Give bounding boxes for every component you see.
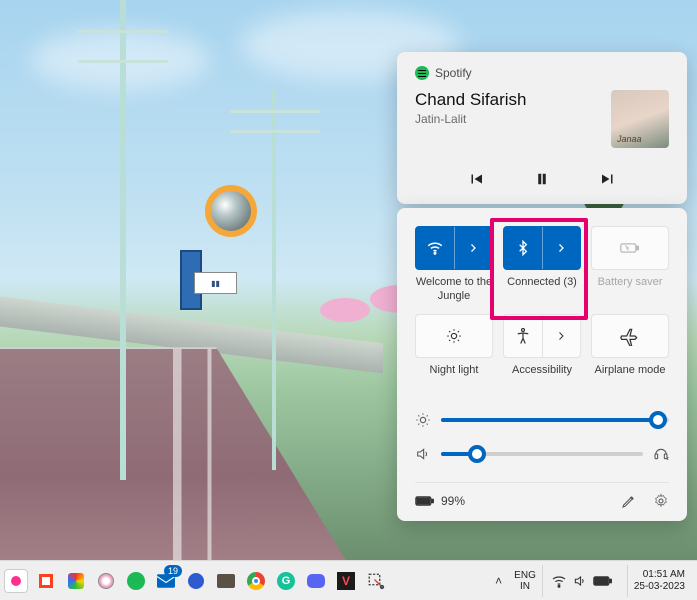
taskbar-chrome[interactable]	[244, 569, 268, 593]
accessibility-expand-button[interactable]	[542, 315, 581, 357]
media-app-name: Spotify	[435, 66, 472, 80]
brightness-slider[interactable]	[441, 418, 669, 422]
taskbar-grammarly[interactable]: G	[274, 569, 298, 593]
tray-battery-icon	[593, 575, 613, 587]
audio-output-button[interactable]	[653, 447, 669, 461]
battery-saver-label: Battery saver	[598, 276, 663, 302]
night-light-tile[interactable]	[415, 314, 493, 358]
bluetooth-tile[interactable]	[503, 226, 581, 270]
play-pause-button[interactable]	[533, 170, 551, 188]
night-light-icon	[445, 327, 463, 345]
taskbar-app-3[interactable]	[64, 569, 88, 593]
taskbar-app-2[interactable]	[34, 569, 58, 593]
taskbar-snip[interactable]	[364, 569, 388, 593]
next-track-button[interactable]	[599, 170, 617, 188]
accessibility-label: Accessibility	[512, 364, 572, 390]
brightness-thumb[interactable]	[649, 411, 667, 429]
taskbar-mail[interactable]: 19	[154, 569, 178, 593]
brightness-icon	[415, 412, 431, 428]
taskbar-todo[interactable]	[184, 569, 208, 593]
volume-slider[interactable]	[441, 452, 643, 456]
taskbar-app-1[interactable]	[4, 569, 28, 593]
battery-saver-icon	[620, 241, 640, 255]
tray-wifi-icon	[551, 574, 567, 588]
taskbar-date: 25-03-2023	[634, 581, 685, 593]
taskbar-clock[interactable]: 01:51 AM 25-03-2023	[627, 565, 691, 597]
language-indicator[interactable]: ENG IN	[514, 570, 536, 592]
previous-track-button[interactable]	[467, 170, 485, 188]
spotify-icon	[415, 66, 429, 80]
battery-saver-tile[interactable]	[591, 226, 669, 270]
airplane-mode-label: Airplane mode	[595, 364, 666, 390]
wifi-tile[interactable]	[415, 226, 493, 270]
battery-percent: 99%	[441, 494, 465, 508]
track-artist: Jatin-Lalit	[415, 112, 527, 126]
bluetooth-icon[interactable]	[504, 227, 542, 269]
album-art[interactable]	[611, 90, 669, 148]
taskbar-time: 01:51 AM	[634, 569, 685, 581]
media-flyout: Spotify Chand Sifarish Jatin-Lalit	[397, 52, 687, 204]
taskbar-itunes[interactable]	[94, 569, 118, 593]
airplane-mode-tile[interactable]	[591, 314, 669, 358]
airplane-icon	[620, 326, 640, 346]
volume-thumb[interactable]	[468, 445, 486, 463]
accessibility-icon[interactable]	[504, 315, 542, 357]
tray-overflow-button[interactable]: ˄	[489, 565, 508, 597]
taskbar-files[interactable]	[214, 569, 238, 593]
wifi-label: Welcome to the Jungle	[415, 276, 493, 304]
taskbar-valorant[interactable]: V	[334, 569, 358, 593]
system-tray[interactable]	[542, 565, 621, 597]
volume-icon	[415, 446, 431, 462]
quick-settings-panel: Welcome to the Jungle Connected (3) Batt…	[397, 208, 687, 521]
accessibility-tile[interactable]	[503, 314, 581, 358]
wifi-icon[interactable]	[416, 227, 454, 269]
mail-badge: 19	[164, 565, 182, 577]
taskbar: 19 G V ˄ ENG IN 01:51 AM 25-03-2023	[0, 560, 697, 600]
night-light-label: Night light	[430, 364, 479, 390]
tray-volume-icon	[573, 574, 587, 588]
edit-quick-settings-button[interactable]	[621, 493, 637, 509]
battery-icon	[415, 495, 435, 507]
bluetooth-expand-button[interactable]	[542, 227, 581, 269]
track-title: Chand Sifarish	[415, 90, 527, 110]
brightness-fill	[441, 418, 658, 422]
taskbar-spotify[interactable]	[124, 569, 148, 593]
taskbar-discord[interactable]	[304, 569, 328, 593]
battery-status[interactable]: 99%	[415, 494, 465, 508]
bluetooth-label: Connected (3)	[507, 276, 577, 302]
settings-button[interactable]	[653, 493, 669, 509]
wifi-expand-button[interactable]	[454, 227, 493, 269]
